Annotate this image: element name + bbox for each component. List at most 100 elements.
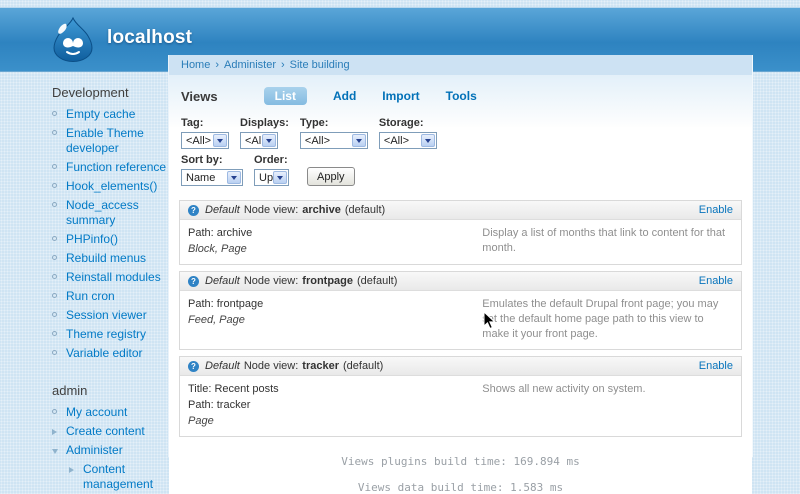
view-name: frontpage (302, 275, 354, 287)
view-kind-label: Node view: (243, 275, 299, 287)
enable-link[interactable]: Enable (699, 275, 733, 287)
view-displays: Page (188, 415, 214, 427)
leaf-bullet-icon (52, 293, 57, 298)
tag-filter-label: Tag: (181, 117, 204, 129)
sidebar-item-hook-elements[interactable]: Hook_elements() (52, 179, 168, 194)
leaf-bullet-icon (52, 130, 57, 135)
sidebar-item-enable-theme-developer[interactable]: Enable Theme developer (52, 126, 168, 156)
sidebar-item-create-content[interactable]: Create content (52, 424, 168, 439)
breadcrumb-separator: › (280, 59, 285, 71)
collapsed-arrow-icon (52, 429, 57, 435)
view-row-frontpage: ? Default Node view: frontpage (default)… (179, 271, 742, 350)
sidebar-item-phpinfo[interactable]: PHPinfo() (52, 232, 168, 247)
breadcrumb-separator: › (215, 59, 220, 71)
sidebar-item-rebuild-menus[interactable]: Rebuild menus (52, 251, 168, 266)
view-type-badge: Default (205, 360, 240, 372)
tab-tools[interactable]: Tools (446, 89, 477, 103)
leaf-bullet-icon (52, 164, 57, 169)
content-panel: Home › Administer › Site building Views … (168, 55, 753, 494)
tab-list[interactable]: List (263, 87, 307, 105)
sidebar-item-run-cron[interactable]: Run cron (52, 289, 168, 304)
order-select[interactable]: Up (254, 169, 289, 186)
leaf-bullet-icon (52, 274, 57, 279)
sidebar-section-admin: admin (52, 383, 88, 398)
sidebar-item-session-viewer[interactable]: Session viewer (52, 308, 168, 323)
sidebar-item-theme-registry[interactable]: Theme registry (52, 327, 168, 342)
site-title[interactable]: localhost (107, 27, 192, 49)
view-kind-label: Node view: (243, 204, 299, 216)
breadcrumb-site-building-link[interactable]: Site building (290, 59, 350, 71)
page-content: Views List Add Import Tools Tag: <All> D… (169, 75, 752, 494)
view-type-badge: Default (205, 275, 240, 287)
view-path: Path: archive (188, 227, 253, 239)
dropdown-arrow-icon[interactable] (213, 134, 227, 147)
sidebar-item-my-account[interactable]: My account (52, 405, 168, 420)
leaf-bullet-icon (52, 236, 57, 241)
sidebar-section-development: Development (52, 85, 129, 100)
view-displays: Block, Page (188, 243, 247, 255)
leaf-bullet-icon (52, 183, 57, 188)
sidebar-item-variable-editor[interactable]: Variable editor (52, 346, 168, 361)
displays-filter-label: Displays: (240, 117, 289, 129)
dropdown-arrow-icon[interactable] (227, 171, 241, 184)
sidebar-item-function-reference[interactable]: Function reference (52, 160, 168, 175)
view-name: archive (302, 204, 341, 216)
expanded-arrow-icon (52, 449, 58, 454)
help-icon[interactable]: ? (188, 204, 199, 216)
sort-by-label: Sort by: (181, 154, 223, 166)
displays-filter-select[interactable]: <All> (240, 132, 278, 149)
dropdown-arrow-icon[interactable] (420, 134, 435, 147)
leaf-bullet-icon (52, 331, 57, 336)
build-times: Views plugins build time: 169.894 ms Vie… (179, 455, 742, 494)
sidebar-item-node-access-summary[interactable]: Node_access summary (52, 198, 168, 228)
storage-filter-select[interactable]: <All> (378, 132, 437, 149)
view-description: Shows all new activity on system. (482, 383, 646, 395)
drupal-logo-icon[interactable] (50, 16, 96, 62)
view-title: Title: Recent posts (188, 383, 279, 395)
mouse-cursor (483, 311, 496, 330)
admin-menu: My account Create content Administer Con… (52, 405, 168, 492)
dropdown-arrow-icon[interactable] (262, 134, 276, 147)
sort-by-select[interactable]: Name (181, 169, 243, 186)
collapsed-arrow-icon (69, 467, 74, 473)
help-icon[interactable]: ? (188, 360, 199, 372)
breadcrumb-administer-link[interactable]: Administer (224, 59, 276, 71)
dropdown-arrow-icon[interactable] (273, 171, 287, 184)
page-title: Views (181, 88, 218, 104)
views-filters: Tag: <All> Displays: <All> Type: <All> S… (181, 117, 742, 186)
sidebar-item-reinstall-modules[interactable]: Reinstall modules (52, 270, 168, 285)
view-row-archive: ? Default Node view: archive (default) E… (179, 200, 742, 265)
view-path: Path: tracker (188, 399, 251, 411)
type-filter-label: Type: (299, 117, 329, 129)
leaf-bullet-icon (52, 312, 57, 317)
order-label: Order: (254, 154, 288, 166)
storage-filter-label: Storage: (378, 117, 424, 129)
help-icon[interactable]: ? (188, 275, 199, 287)
leaf-bullet-icon (52, 202, 57, 207)
tab-import[interactable]: Import (382, 89, 419, 103)
sidebar-item-administer[interactable]: Administer (52, 443, 168, 458)
view-description: Display a list of months that link to co… (482, 227, 726, 254)
view-suffix: (default) (344, 204, 386, 216)
leaf-bullet-icon (52, 255, 57, 260)
leaf-bullet-icon (52, 409, 57, 414)
tag-filter-select[interactable]: <All> (181, 132, 229, 149)
views-tabs: List Add Import Tools (263, 87, 477, 105)
sidebar-item-content-management[interactable]: Content management (69, 462, 168, 492)
apply-button[interactable]: Apply (307, 167, 355, 186)
view-type-badge: Default (205, 204, 240, 216)
view-suffix: (default) (342, 360, 384, 372)
dropdown-arrow-icon[interactable] (351, 134, 366, 147)
development-menu: Empty cache Enable Theme developer Funct… (52, 107, 168, 361)
tab-add[interactable]: Add (333, 89, 356, 103)
breadcrumb-home-link[interactable]: Home (181, 59, 210, 71)
leaf-bullet-icon (52, 111, 57, 116)
view-row-tracker: ? Default Node view: tracker (default) E… (179, 356, 742, 437)
enable-link[interactable]: Enable (699, 204, 733, 216)
sidebar: Development Empty cache Enable Theme dev… (0, 72, 168, 491)
enable-link[interactable]: Enable (699, 360, 733, 372)
type-filter-select[interactable]: <All> (299, 132, 368, 149)
breadcrumb: Home › Administer › Site building (169, 55, 752, 75)
leaf-bullet-icon (52, 350, 57, 355)
sidebar-item-empty-cache[interactable]: Empty cache (52, 107, 168, 122)
